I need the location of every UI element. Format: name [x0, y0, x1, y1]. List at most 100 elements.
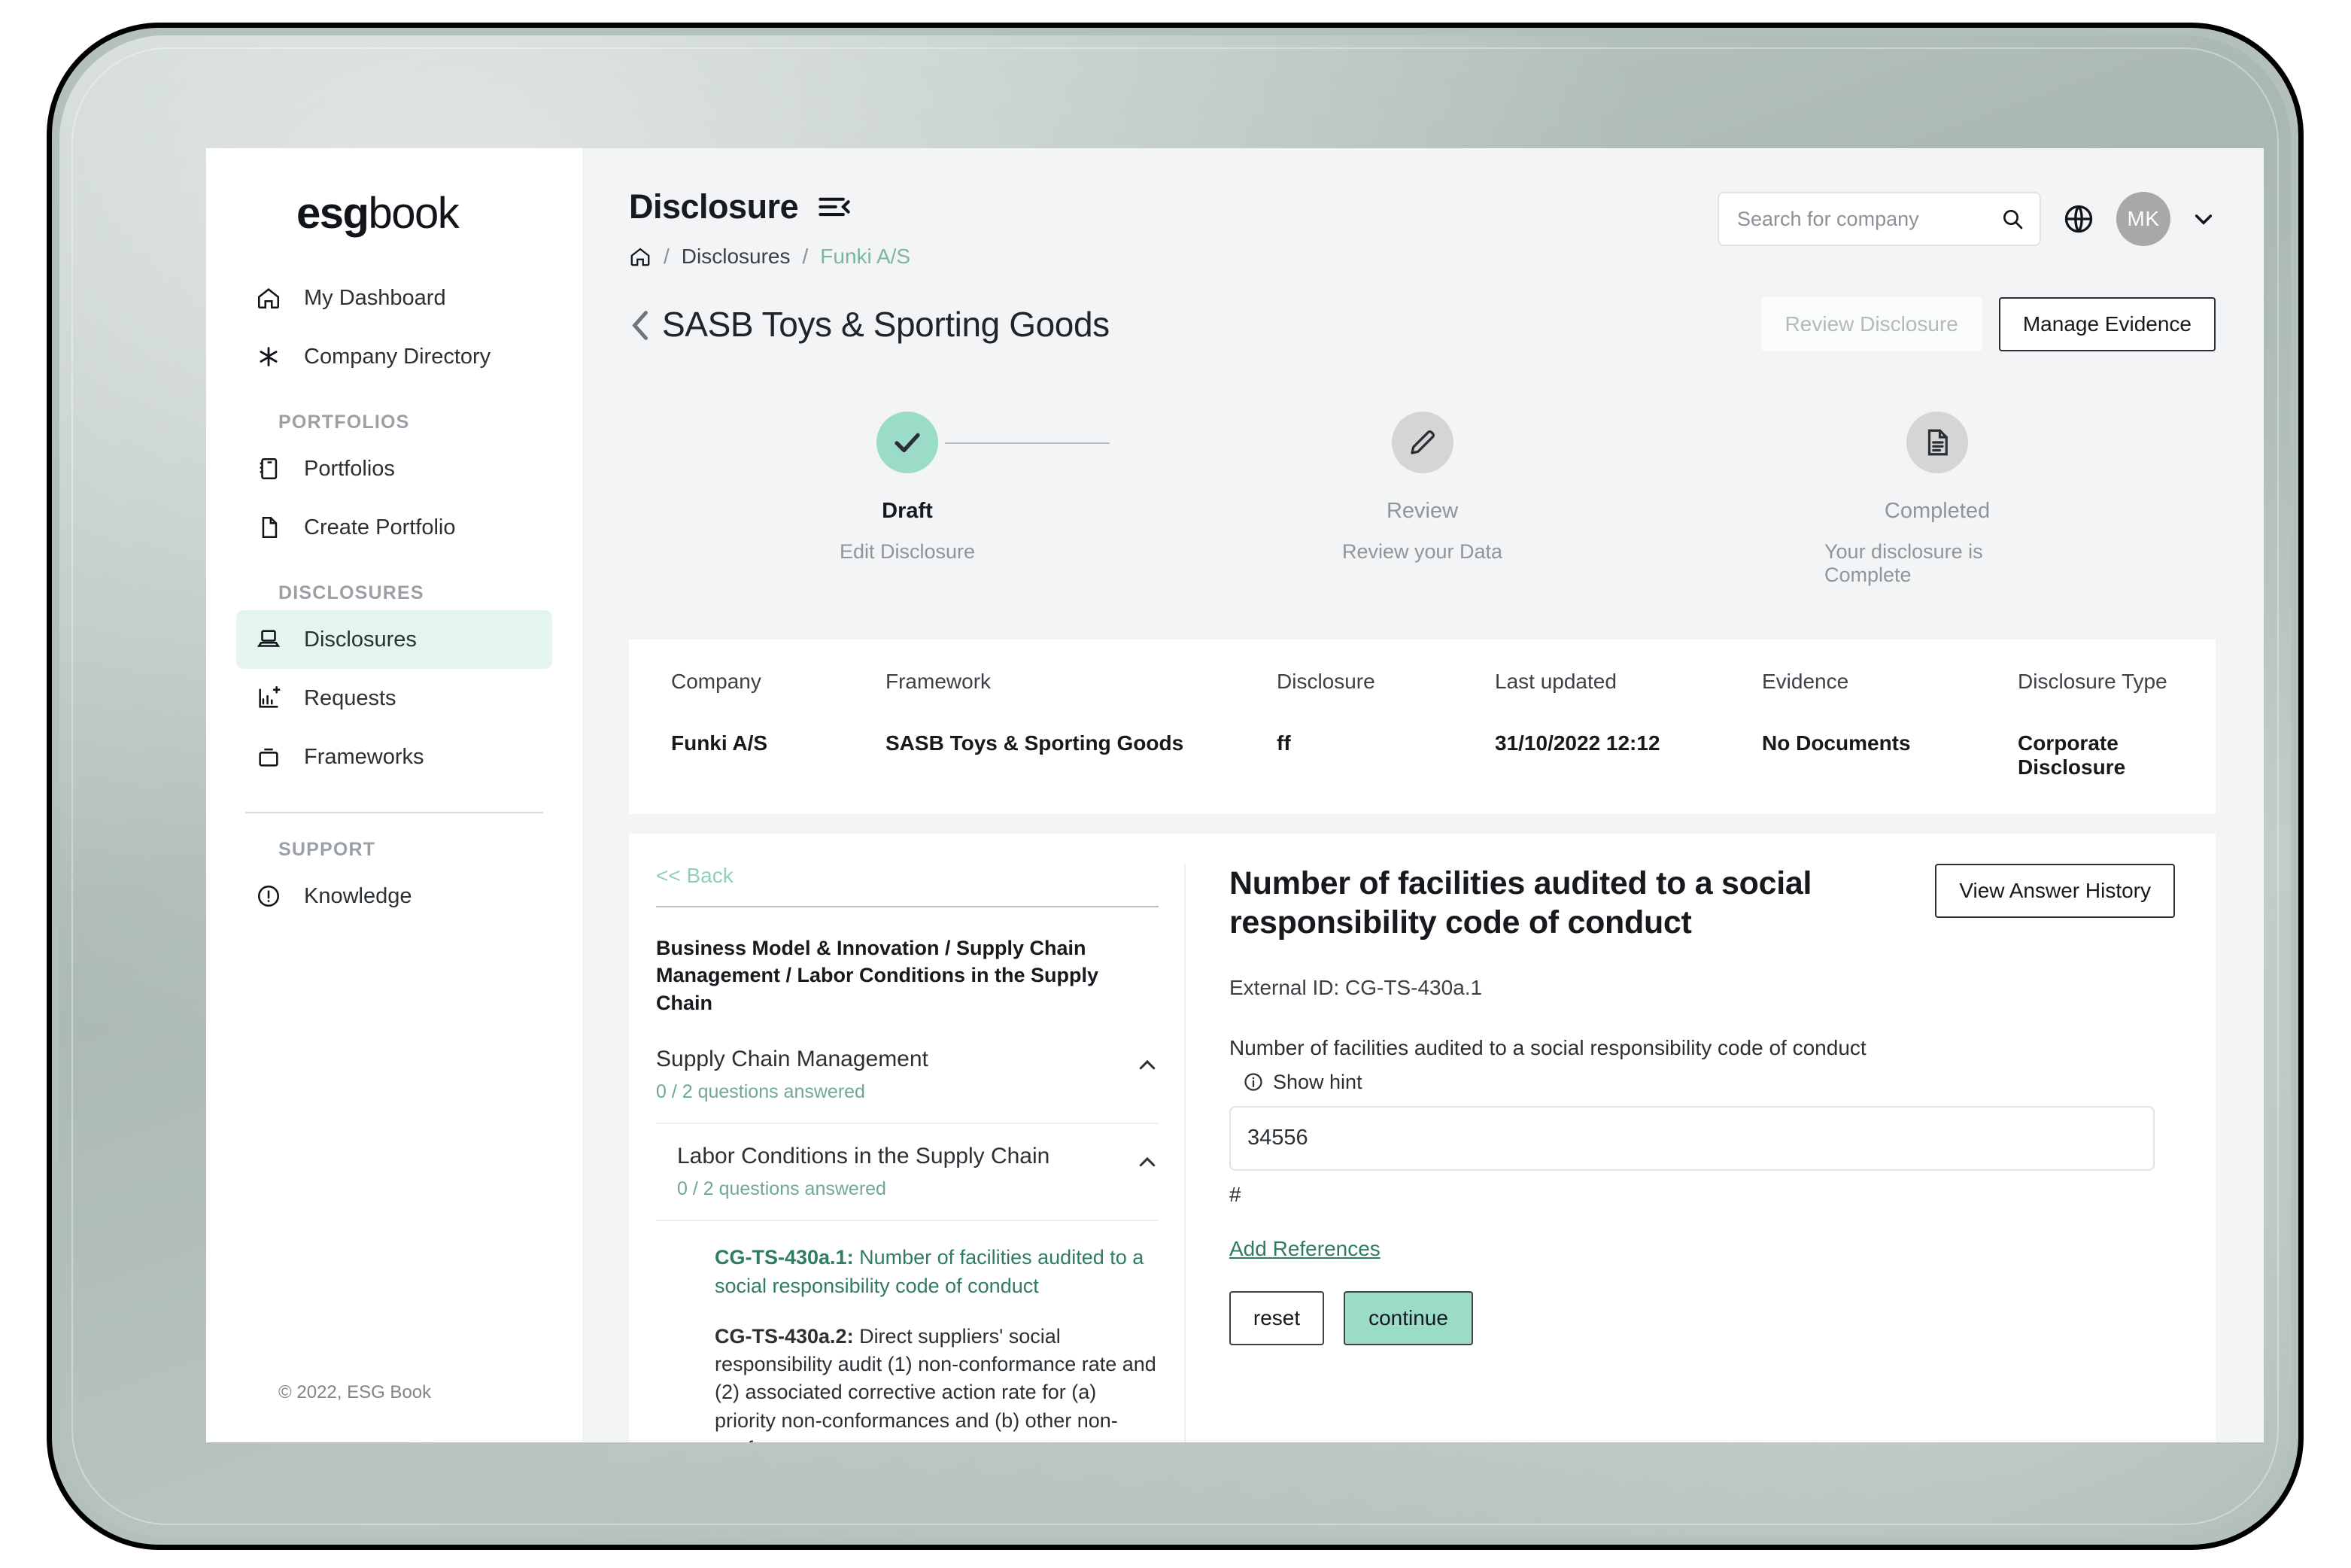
collapse-menu-icon[interactable] — [818, 194, 851, 220]
info-header-framework: Framework — [885, 670, 992, 693]
question-tree-pane: << Back Business Model & Innovation / Su… — [629, 864, 1186, 1442]
stepper-step-draft[interactable]: Draft Edit Disclosure — [794, 412, 1020, 564]
stepper-step-sub: Review your Data — [1341, 540, 1503, 563]
stepper-step-review[interactable]: Review Review your Data — [1310, 412, 1535, 564]
main-content: Disclosure / Disclosures / Funki A/S Sea… — [582, 148, 2264, 1442]
tree-section-text: Labor Conditions in the Supply Chain 0 /… — [677, 1144, 1049, 1200]
tree-section-text: Supply Chain Management 0 / 2 questions … — [656, 1047, 928, 1103]
chevron-down-icon[interactable] — [2192, 207, 2216, 231]
breadcrumb-item-current[interactable]: Funki A/S — [820, 245, 910, 269]
stepper-step-sub: Your disclosure is Complete — [1824, 540, 1983, 586]
view-answer-history-button[interactable]: View Answer History — [1935, 864, 2175, 918]
sidebar-item-label: Frameworks — [304, 744, 424, 769]
show-hint-label: Show hint — [1273, 1070, 1362, 1093]
review-disclosure-button[interactable]: Review Disclosure — [1760, 297, 1982, 351]
topbar: Disclosure / Disclosures / Funki A/S Sea… — [582, 148, 2264, 269]
document-icon — [1906, 412, 1968, 473]
sidebar-item-company-directory[interactable]: Company Directory — [236, 327, 552, 386]
sidebar-item-requests[interactable]: Requests — [236, 669, 552, 728]
info-header-company: Company — [671, 670, 761, 693]
sidebar-item-frameworks[interactable]: Frameworks — [236, 728, 552, 786]
sidebar-item-label: Company Directory — [304, 344, 491, 369]
answer-input[interactable] — [1229, 1105, 2155, 1171]
breadcrumb-separator: / — [664, 245, 670, 268]
sidebar-item-knowledge[interactable]: Knowledge — [236, 867, 552, 925]
question-code: CG-TS-430a.2: — [715, 1324, 854, 1348]
breadcrumb-home-icon[interactable] — [629, 245, 652, 268]
page-title-row: SASB Toys & Sporting Goods Review Disclo… — [582, 269, 2264, 351]
stepper-step-sub: Edit Disclosure — [839, 540, 976, 563]
check-icon — [876, 412, 938, 473]
info-header-evidence: Evidence — [1762, 670, 1849, 693]
chevron-up-icon[interactable] — [1136, 1151, 1159, 1174]
topbar-title-row: Disclosure — [629, 187, 910, 226]
disclosure-info-card: Company Framework Disclosure Last update… — [629, 640, 2216, 814]
show-hint-toggle[interactable]: Show hint — [1229, 1071, 2175, 1094]
book-icon — [251, 451, 286, 486]
info-header-last-updated: Last updated — [1495, 670, 1617, 693]
back-chevron-icon[interactable] — [629, 308, 652, 340]
home-icon — [251, 281, 286, 315]
page-title: SASB Toys & Sporting Goods — [629, 304, 1110, 345]
info-value-evidence: No Documents — [1762, 731, 1911, 755]
stepper-step-completed[interactable]: Completed Your disclosure is Complete — [1824, 412, 2050, 587]
avatar[interactable]: MK — [2116, 192, 2170, 246]
question-code: CG-TS-430a.1: — [715, 1246, 854, 1269]
tree-section-labor-conditions[interactable]: Labor Conditions in the Supply Chain 0 /… — [656, 1144, 1159, 1222]
breadcrumb-item-disclosures[interactable]: Disclosures — [682, 245, 791, 269]
reset-button[interactable]: reset — [1229, 1290, 1324, 1345]
tree-section-name: Labor Conditions in the Supply Chain — [677, 1144, 1050, 1169]
logo-bold: esg — [296, 189, 369, 238]
chart-plus-icon — [251, 681, 286, 716]
sidebar-group-heading-portfolios: PORTFOLIOS — [278, 412, 410, 433]
question-detail-pane: Number of facilities audited to a social… — [1186, 864, 2216, 1442]
footer-copyright: © 2022, ESG Book — [278, 1382, 432, 1402]
sidebar-item-create-portfolio[interactable]: Create Portfolio — [236, 498, 552, 557]
answer-unit: # — [1229, 1182, 1241, 1206]
info-header-disclosure: Disclosure — [1277, 670, 1375, 693]
sidebar: esgbook My Dashboard Company Directory P… — [206, 148, 582, 1442]
info-value-company: Funki A/S — [671, 731, 768, 755]
question-content-card: << Back Business Model & Innovation / Su… — [629, 834, 2216, 1442]
stepper-card: Draft Edit Disclosure Review Review your… — [629, 386, 2216, 617]
sidebar-item-label: My Dashboard — [304, 285, 446, 310]
disclosure-info-grid: Company Framework Disclosure Last update… — [671, 670, 2173, 779]
info-circle-icon — [251, 879, 286, 913]
sidebar-item-my-dashboard[interactable]: My Dashboard — [236, 269, 552, 327]
sidebar-item-disclosures[interactable]: Disclosures — [236, 610, 552, 669]
tree-section-progress: 0 / 2 questions answered — [656, 1081, 865, 1103]
sidebar-item-label: Knowledge — [304, 883, 412, 908]
question-external-id: External ID: CG-TS-430a.1 — [1229, 975, 1483, 999]
globe-icon[interactable] — [2062, 202, 2095, 236]
sidebar-item-label: Create Portfolio — [304, 515, 456, 539]
sidebar-item-portfolios[interactable]: Portfolios — [236, 439, 552, 498]
search-icon[interactable] — [2000, 207, 2024, 231]
sidebar-divider — [245, 812, 543, 813]
page-section-title: Disclosure — [629, 187, 799, 226]
info-header-disclosure-type: Disclosure Type — [2018, 670, 2167, 693]
tree-question-item[interactable]: CG-TS-430a.1: Number of facilities audit… — [656, 1244, 1159, 1300]
tree-breadcrumb-path: Business Model & Innovation / Supply Cha… — [656, 937, 1099, 1014]
tree-question-item[interactable]: CG-TS-430a.2: Direct suppliers' social r… — [656, 1323, 1159, 1442]
continue-button[interactable]: continue — [1344, 1290, 1473, 1345]
search-input[interactable] — [1719, 207, 2040, 231]
question-title: Number of facilities audited to a social… — [1229, 865, 1812, 941]
sidebar-group-heading-disclosures: DISCLOSURES — [278, 582, 424, 603]
info-value-disclosure-type: Corporate Disclosure — [2018, 731, 2126, 779]
briefcase-icon — [251, 740, 286, 774]
topbar-right: MK — [1718, 187, 2216, 246]
tree-section-supply-chain-management[interactable]: Supply Chain Management 0 / 2 questions … — [656, 1047, 1159, 1125]
sidebar-group-heading-support: SUPPORT — [278, 839, 376, 860]
search-box — [1718, 192, 2041, 246]
info-value-last-updated: 31/10/2022 12:12 — [1495, 731, 1660, 755]
disclosure-icon — [251, 622, 286, 657]
app-logo[interactable]: esgbook — [296, 192, 582, 236]
manage-evidence-button[interactable]: Manage Evidence — [1998, 297, 2216, 351]
pencil-icon — [1391, 412, 1453, 473]
app-screen: esgbook My Dashboard Company Directory P… — [206, 148, 2264, 1442]
add-references-link[interactable]: Add References — [1229, 1237, 1381, 1261]
chevron-up-icon[interactable] — [1136, 1054, 1159, 1077]
stepper: Draft Edit Disclosure Review Review your… — [629, 412, 2216, 587]
sidebar-group-main: My Dashboard Company Directory — [206, 269, 582, 386]
back-link[interactable]: << Back — [656, 864, 1159, 906]
